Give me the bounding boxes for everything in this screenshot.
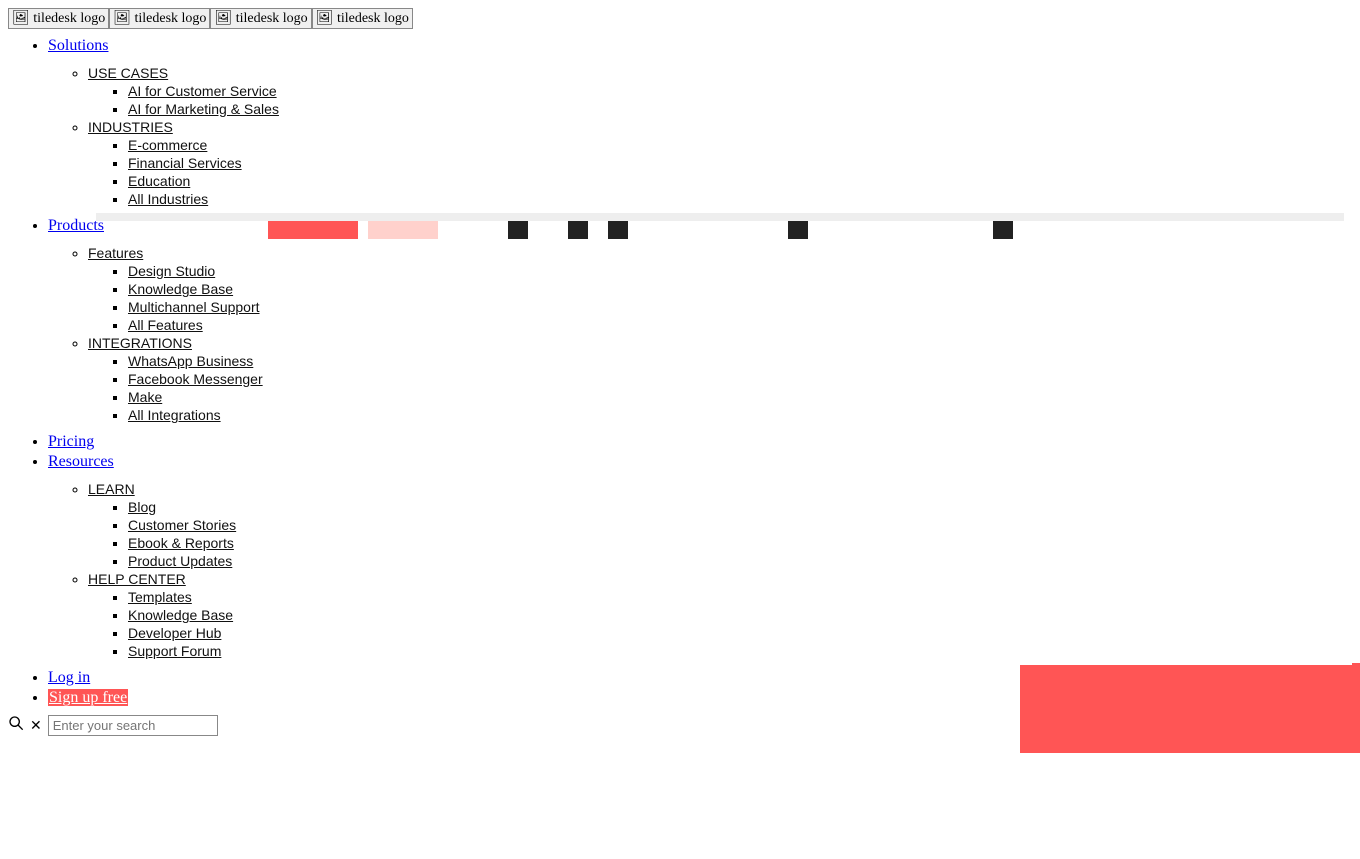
list-help-center: Templates Knowledge Base Developer Hub S… (88, 589, 1352, 659)
link-knowledge-base-help[interactable]: Knowledge Base (128, 607, 233, 623)
link-templates[interactable]: Templates (128, 589, 192, 605)
list-integrations: WhatsApp Business Facebook Messenger Mak… (88, 353, 1352, 423)
list-use-cases: AI for Customer Service AI for Marketing… (88, 83, 1352, 117)
link-whatsapp-business[interactable]: WhatsApp Business (128, 353, 253, 369)
nav-signup[interactable]: Sign up free (48, 689, 128, 706)
submenu-heading-use-cases[interactable]: USE CASES (88, 65, 168, 81)
link-financial-services[interactable]: Financial Services (128, 155, 242, 171)
link-facebook-messenger[interactable]: Facebook Messenger (128, 371, 263, 387)
link-ai-customer-service[interactable]: AI for Customer Service (128, 83, 277, 99)
nav-products[interactable]: Products (48, 217, 104, 234)
logo-row: tiledesk logotiledesk logotiledesk logot… (8, 8, 1352, 29)
main-nav: Solutions USE CASES AI for Customer Serv… (8, 37, 1352, 707)
link-make[interactable]: Make (128, 389, 162, 405)
link-blog[interactable]: Blog (128, 499, 156, 515)
link-product-updates[interactable]: Product Updates (128, 553, 232, 569)
list-learn: Blog Customer Stories Ebook & Reports Pr… (88, 499, 1352, 569)
link-ai-marketing-sales[interactable]: AI for Marketing & Sales (128, 101, 279, 117)
link-ebook-reports[interactable]: Ebook & Reports (128, 535, 234, 551)
logo-image: tiledesk logo (210, 8, 311, 29)
search-row: ✕ (8, 715, 1352, 736)
nav-login[interactable]: Log in (48, 669, 90, 686)
search-input[interactable] (48, 715, 218, 736)
link-design-studio[interactable]: Design Studio (128, 263, 215, 279)
link-customer-stories[interactable]: Customer Stories (128, 517, 236, 533)
submenu-heading-integrations[interactable]: INTEGRATIONS (88, 335, 192, 351)
list-features: Design Studio Knowledge Base Multichanne… (88, 263, 1352, 333)
submenu-heading-industries[interactable]: INDUSTRIES (88, 119, 173, 135)
link-all-industries[interactable]: All Industries (128, 191, 208, 207)
nav-resources[interactable]: Resources (48, 453, 114, 470)
link-education[interactable]: Education (128, 173, 190, 189)
submenu-heading-help-center[interactable]: HELP CENTER (88, 571, 186, 587)
submenu-resources: LEARN Blog Customer Stories Ebook & Repo… (48, 475, 1352, 665)
logo-image: tiledesk logo (109, 8, 210, 29)
close-icon[interactable]: ✕ (30, 717, 42, 734)
logo-link[interactable]: tiledesk logotiledesk logotiledesk logot… (8, 9, 413, 26)
link-all-integrations[interactable]: All Integrations (128, 407, 221, 423)
nav-solutions[interactable]: Solutions (48, 37, 108, 54)
nav-pricing[interactable]: Pricing (48, 433, 94, 450)
search-icon[interactable] (8, 715, 24, 736)
link-support-forum[interactable]: Support Forum (128, 643, 221, 659)
link-knowledge-base-feature[interactable]: Knowledge Base (128, 281, 233, 297)
link-developer-hub[interactable]: Developer Hub (128, 625, 221, 641)
logo-image: tiledesk logo (312, 8, 413, 29)
link-ecommerce[interactable]: E-commerce (128, 137, 207, 153)
logo-image: tiledesk logo (8, 8, 109, 29)
link-all-features[interactable]: All Features (128, 317, 203, 333)
list-industries: E-commerce Financial Services Education … (88, 137, 1352, 207)
submenu-heading-learn[interactable]: LEARN (88, 481, 135, 497)
submenu-products: Features Design Studio Knowledge Base Mu… (48, 239, 1352, 429)
submenu-heading-features[interactable]: Features (88, 245, 143, 261)
link-multichannel-support[interactable]: Multichannel Support (128, 299, 260, 315)
submenu-solutions: USE CASES AI for Customer Service AI for… (48, 59, 1352, 213)
